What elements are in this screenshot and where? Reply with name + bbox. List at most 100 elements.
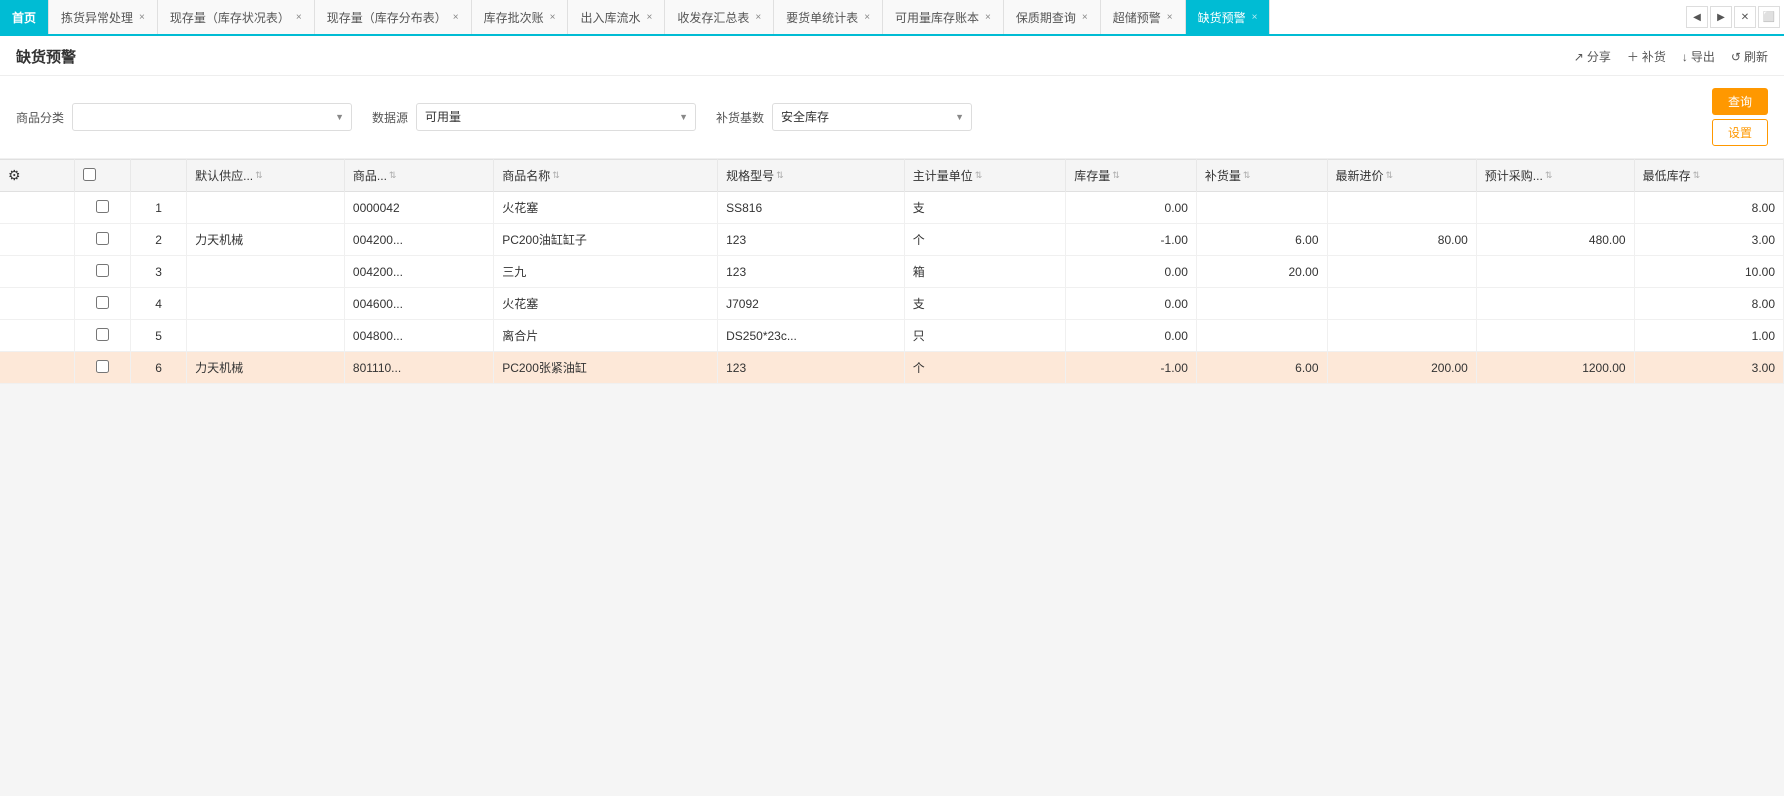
datasource-select[interactable]: 可用量 (416, 103, 696, 131)
refresh-icon: ↺ (1731, 50, 1741, 64)
category-label: 商品分类 (16, 109, 64, 126)
tab-item-expiry-query[interactable]: 保质期查询× (1004, 0, 1101, 34)
tab-item-requisition-stat[interactable]: 要货单统计表 × (774, 0, 883, 34)
tab-close-stock-status[interactable]: × (296, 12, 302, 23)
tab-item-receive-summary[interactable]: 收发存汇总表× (665, 0, 774, 34)
header-actions: ↗ 分享 ＋ 补货 ↓ 导出 ↺ 刷新 (1574, 48, 1768, 65)
row-checkbox[interactable] (96, 200, 109, 213)
row-name: 火花塞 (494, 288, 718, 320)
tab-close-shortage-warning[interactable]: × (1252, 12, 1258, 23)
row-name: PC200油缸缸子 (494, 224, 718, 256)
row-checkbox-cell (75, 352, 131, 384)
row-name: 火花塞 (494, 192, 718, 224)
row-settings (0, 256, 75, 288)
tab-close-available-ledger[interactable]: × (985, 12, 991, 23)
tab-prev-button[interactable]: ◀ (1686, 6, 1708, 28)
tab-close-batch-account[interactable]: × (550, 12, 556, 23)
tab-item-stock-dist[interactable]: 现存量（库存分布表）× (315, 0, 472, 34)
tab-close-all-button[interactable]: ✕ (1734, 6, 1756, 28)
export-action[interactable]: ↓ 导出 (1682, 48, 1715, 65)
tab-label: 首页 (12, 9, 36, 26)
tab-close-expiry-query[interactable]: × (1082, 12, 1088, 23)
row-supplier (187, 192, 345, 224)
tab-item-overstock-warning[interactable]: 超储预警× (1101, 0, 1186, 34)
refresh-action[interactable]: ↺ 刷新 (1731, 48, 1768, 65)
tab-label: 可用量库存账本 (895, 9, 979, 26)
sort-spec-icon: ⇅ (776, 170, 784, 181)
page-title: 缺货预警 (16, 46, 76, 67)
row-num: 2 (131, 224, 187, 256)
query-button[interactable]: 查询 (1712, 88, 1768, 115)
tab-maximize-button[interactable]: ⬜ (1758, 6, 1780, 28)
row-name: PC200张紧油缸 (494, 352, 718, 384)
tab-item-inout-flow[interactable]: 出入库流水× (568, 0, 665, 34)
tab-close-requisition-stat[interactable]: × (864, 12, 870, 23)
row-forecast (1476, 256, 1634, 288)
tab-label: 缺货预警 (1198, 9, 1246, 26)
row-num: 1 (131, 192, 187, 224)
category-select[interactable] (72, 103, 352, 131)
sort-supplier-icon: ⇅ (255, 170, 263, 181)
settings-button[interactable]: 设置 (1712, 119, 1768, 146)
row-price (1327, 192, 1476, 224)
row-spec: 123 (718, 224, 905, 256)
row-checkbox[interactable] (96, 360, 109, 373)
row-code: 004600... (344, 288, 493, 320)
tab-item-home[interactable]: 首页 (0, 0, 49, 34)
row-replenish: 6.00 (1196, 352, 1327, 384)
col-stock-header: 库存量 ⇅ (1066, 160, 1197, 192)
col-supplier-header: 默认供应... ⇅ (187, 160, 345, 192)
row-name: 离合片 (494, 320, 718, 352)
row-supplier (187, 320, 345, 352)
row-checkbox[interactable] (96, 232, 109, 245)
row-settings (0, 352, 75, 384)
row-code: 801110... (344, 352, 493, 384)
row-checkbox[interactable] (96, 264, 109, 277)
replenish-action[interactable]: ＋ 补货 (1627, 48, 1666, 65)
select-all-checkbox[interactable] (83, 168, 96, 181)
table-header-row: ⚙ 默认供应... ⇅ 商品... ⇅ (0, 160, 1784, 192)
tab-item-stock-status[interactable]: 现存量（库存状况表）× (158, 0, 315, 34)
row-code: 0000042 (344, 192, 493, 224)
row-minstock: 1.00 (1634, 320, 1783, 352)
gear-icon[interactable]: ⚙ (8, 167, 21, 183)
col-checkbox-header (75, 160, 131, 192)
row-checkbox[interactable] (96, 328, 109, 341)
tab-item-batch-account[interactable]: 库存批次账× (472, 0, 569, 34)
row-stock: 0.00 (1066, 288, 1197, 320)
row-replenish (1196, 192, 1327, 224)
row-unit: 箱 (904, 256, 1066, 288)
row-minstock: 8.00 (1634, 192, 1783, 224)
row-checkbox[interactable] (96, 296, 109, 309)
tab-item-shortage-warning[interactable]: 缺货预警 × (1186, 0, 1271, 34)
row-spec: 123 (718, 256, 905, 288)
row-forecast (1476, 288, 1634, 320)
col-settings[interactable]: ⚙ (0, 160, 75, 192)
share-icon: ↗ (1574, 50, 1584, 64)
tab-close-receive-summary[interactable]: × (755, 12, 761, 23)
tab-item-batch-anomaly[interactable]: 拣货异常处理× (49, 0, 158, 34)
tab-close-overstock-warning[interactable]: × (1167, 12, 1173, 23)
tab-close-stock-dist[interactable]: × (453, 12, 459, 23)
tab-next-button[interactable]: ▶ (1710, 6, 1732, 28)
tab-close-batch-anomaly[interactable]: × (139, 12, 145, 23)
replenish-base-label: 补货基数 (716, 109, 764, 126)
row-unit: 支 (904, 288, 1066, 320)
tab-item-available-ledger[interactable]: 可用量库存账本 × (883, 0, 1004, 34)
share-action[interactable]: ↗ 分享 (1574, 48, 1611, 65)
sort-code-icon: ⇅ (389, 170, 397, 181)
row-replenish (1196, 320, 1327, 352)
tab-close-inout-flow[interactable]: × (646, 12, 652, 23)
row-stock: 0.00 (1066, 320, 1197, 352)
table-row: 6 力天机械 801110... PC200张紧油缸 123 个 -1.00 6… (0, 352, 1784, 384)
row-spec: J7092 (718, 288, 905, 320)
replenish-icon: ＋ (1627, 48, 1639, 65)
replenish-base-select[interactable]: 安全库存 (772, 103, 972, 131)
row-code: 004200... (344, 256, 493, 288)
tab-label: 要货单统计表 (786, 9, 858, 26)
sort-name-icon: ⇅ (552, 170, 560, 181)
row-settings (0, 224, 75, 256)
action-buttons: 查询 设置 (1712, 88, 1768, 146)
row-code: 004200... (344, 224, 493, 256)
row-num: 6 (131, 352, 187, 384)
